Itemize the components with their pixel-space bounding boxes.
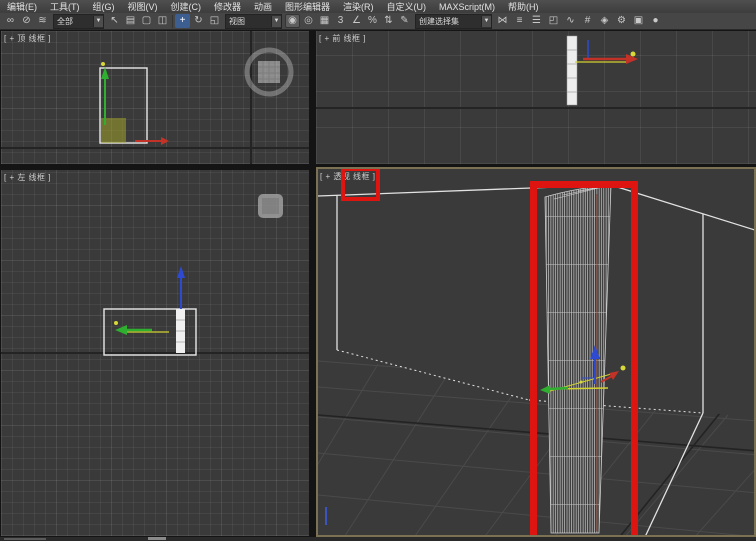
- annotation-box-label: [341, 167, 380, 201]
- menu-rendering[interactable]: 渲染(R): [341, 0, 376, 13]
- percent-snap-icon[interactable]: %: [365, 14, 380, 28]
- menu-animation[interactable]: 动画: [252, 0, 274, 13]
- menu-tools[interactable]: 工具(T): [48, 0, 82, 13]
- material-editor-icon[interactable]: ◈: [597, 14, 612, 28]
- window-crossing-icon[interactable]: ◫: [155, 14, 170, 28]
- graphite-tools-icon[interactable]: ◰: [546, 14, 561, 28]
- main-toolbar: ∞⊘≋ 全部 ▼ ↖▤▢◫ +↻◱ 视图 ▼ ◉◎▦3∠%⇅✎ 创建选择集 ▼ …: [0, 13, 756, 30]
- viewport-label-front[interactable]: [ + 前 线框 ]: [319, 33, 366, 44]
- menu-maxscript[interactable]: MAXScript(M): [437, 2, 497, 12]
- viewcube-widget[interactable]: [258, 194, 283, 218]
- unlink-selection-icon[interactable]: ⊘: [19, 14, 34, 28]
- menu-edit[interactable]: 编辑(E): [5, 0, 39, 13]
- status-bar: [0, 537, 756, 541]
- menu-views[interactable]: 视图(V): [126, 0, 160, 13]
- menu-bar: 编辑(E) 工具(T) 组(G) 视图(V) 创建(C) 修改器动画图形编辑器渲染(R) 自…: [0, 0, 756, 13]
- snap-tools-group: ◉◎▦3∠%⇅✎: [285, 14, 412, 28]
- menu-create[interactable]: 创建(C): [169, 0, 204, 13]
- viewport-label-left[interactable]: [ + 左 线框 ]: [4, 172, 51, 183]
- select-and-manipulate-icon[interactable]: ◎: [301, 14, 316, 28]
- select-and-rotate-icon[interactable]: ↻: [191, 14, 206, 28]
- rectangular-selection-icon[interactable]: ▢: [139, 14, 154, 28]
- annotation-box-column: [530, 181, 638, 537]
- wall-object[interactable]: [567, 36, 577, 105]
- reference-coordinate-value: 视图: [229, 16, 268, 27]
- select-by-name-icon[interactable]: ▤: [123, 14, 138, 28]
- wall-object[interactable]: [176, 309, 185, 353]
- select-and-scale-icon[interactable]: ◱: [207, 14, 222, 28]
- viewport-front[interactable]: [ + 前 线框 ]: [316, 31, 756, 164]
- menu-graph-editors[interactable]: 图形编辑器: [283, 0, 332, 13]
- named-selection-sets-dropdown[interactable]: 创建选择集 ▼: [415, 14, 492, 29]
- move-gizmo[interactable]: [114, 266, 185, 335]
- chevron-down-icon[interactable]: ▼: [271, 16, 281, 27]
- select-object-icon[interactable]: ↖: [107, 14, 122, 28]
- spinner-snap-icon[interactable]: ⇅: [381, 14, 396, 28]
- selection-filter-value: 全部: [57, 16, 90, 27]
- move-gizmo[interactable]: [575, 40, 638, 64]
- bind-to-spacewarp-icon[interactable]: ≋: [35, 14, 50, 28]
- navigation-widget[interactable]: [247, 50, 291, 94]
- reference-coordinate-dropdown[interactable]: 视图 ▼: [225, 14, 282, 29]
- menu-help[interactable]: 帮助(H): [506, 0, 541, 13]
- render-production-icon[interactable]: ●: [648, 14, 663, 28]
- selection-filter-dropdown[interactable]: 全部 ▼: [53, 14, 104, 29]
- viewport-label-top[interactable]: [ + 顶 线框 ]: [4, 33, 51, 44]
- use-pivot-center-icon[interactable]: ◉: [285, 14, 300, 28]
- select-and-link-icon[interactable]: ∞: [3, 14, 18, 28]
- curve-editor-icon[interactable]: ∿: [563, 14, 578, 28]
- link-tools-group: ∞⊘≋: [3, 14, 50, 28]
- selection-tools-group: ↖▤▢◫: [107, 14, 170, 28]
- viewport-left[interactable]: [ + 左 线框 ]: [1, 170, 309, 536]
- render-tools-group: ⋈≡☰◰∿#◈⚙▣●: [495, 14, 663, 28]
- layer-manager-icon[interactable]: ☰: [529, 14, 544, 28]
- render-setup-icon[interactable]: ⚙: [614, 14, 629, 28]
- scene-left-view: [1, 170, 309, 536]
- scene-top-view: [1, 31, 309, 164]
- edit-named-sets-icon[interactable]: ✎: [397, 14, 412, 28]
- rendered-frame-icon[interactable]: ▣: [631, 14, 646, 28]
- angle-snap-icon[interactable]: ∠: [349, 14, 364, 28]
- status-text: [4, 538, 46, 540]
- chevron-down-icon[interactable]: ▼: [481, 16, 491, 27]
- select-and-move-icon[interactable]: +: [175, 14, 190, 28]
- viewport-top[interactable]: [ + 顶 线框 ]: [1, 31, 309, 164]
- keyboard-override-icon[interactable]: ▦: [317, 14, 332, 28]
- status-value: [148, 537, 166, 540]
- chevron-down-icon[interactable]: ▼: [93, 16, 103, 27]
- mirror-icon[interactable]: ⋈: [495, 14, 510, 28]
- snap-3d-icon[interactable]: 3: [333, 14, 348, 28]
- named-selection-sets-value: 创建选择集: [419, 16, 478, 27]
- viewport-perspective[interactable]: [ + 透视 线框 ]: [316, 167, 756, 537]
- align-icon[interactable]: ≡: [512, 14, 527, 28]
- menu-customize[interactable]: 自定义(U): [385, 0, 429, 13]
- move-gizmo[interactable]: [101, 62, 169, 145]
- 3dsmax-window: 编辑(E) 工具(T) 组(G) 视图(V) 创建(C) 修改器动画图形编辑器渲染(R) 自…: [0, 0, 756, 541]
- menu-modifiers[interactable]: 修改器: [212, 0, 243, 13]
- menu-group[interactable]: 组(G): [91, 0, 117, 13]
- toolbar-separator: [172, 15, 173, 28]
- schematic-view-icon[interactable]: #: [580, 14, 595, 28]
- scene-front-view: [316, 31, 756, 164]
- transform-tools-group: +↻◱: [175, 14, 222, 28]
